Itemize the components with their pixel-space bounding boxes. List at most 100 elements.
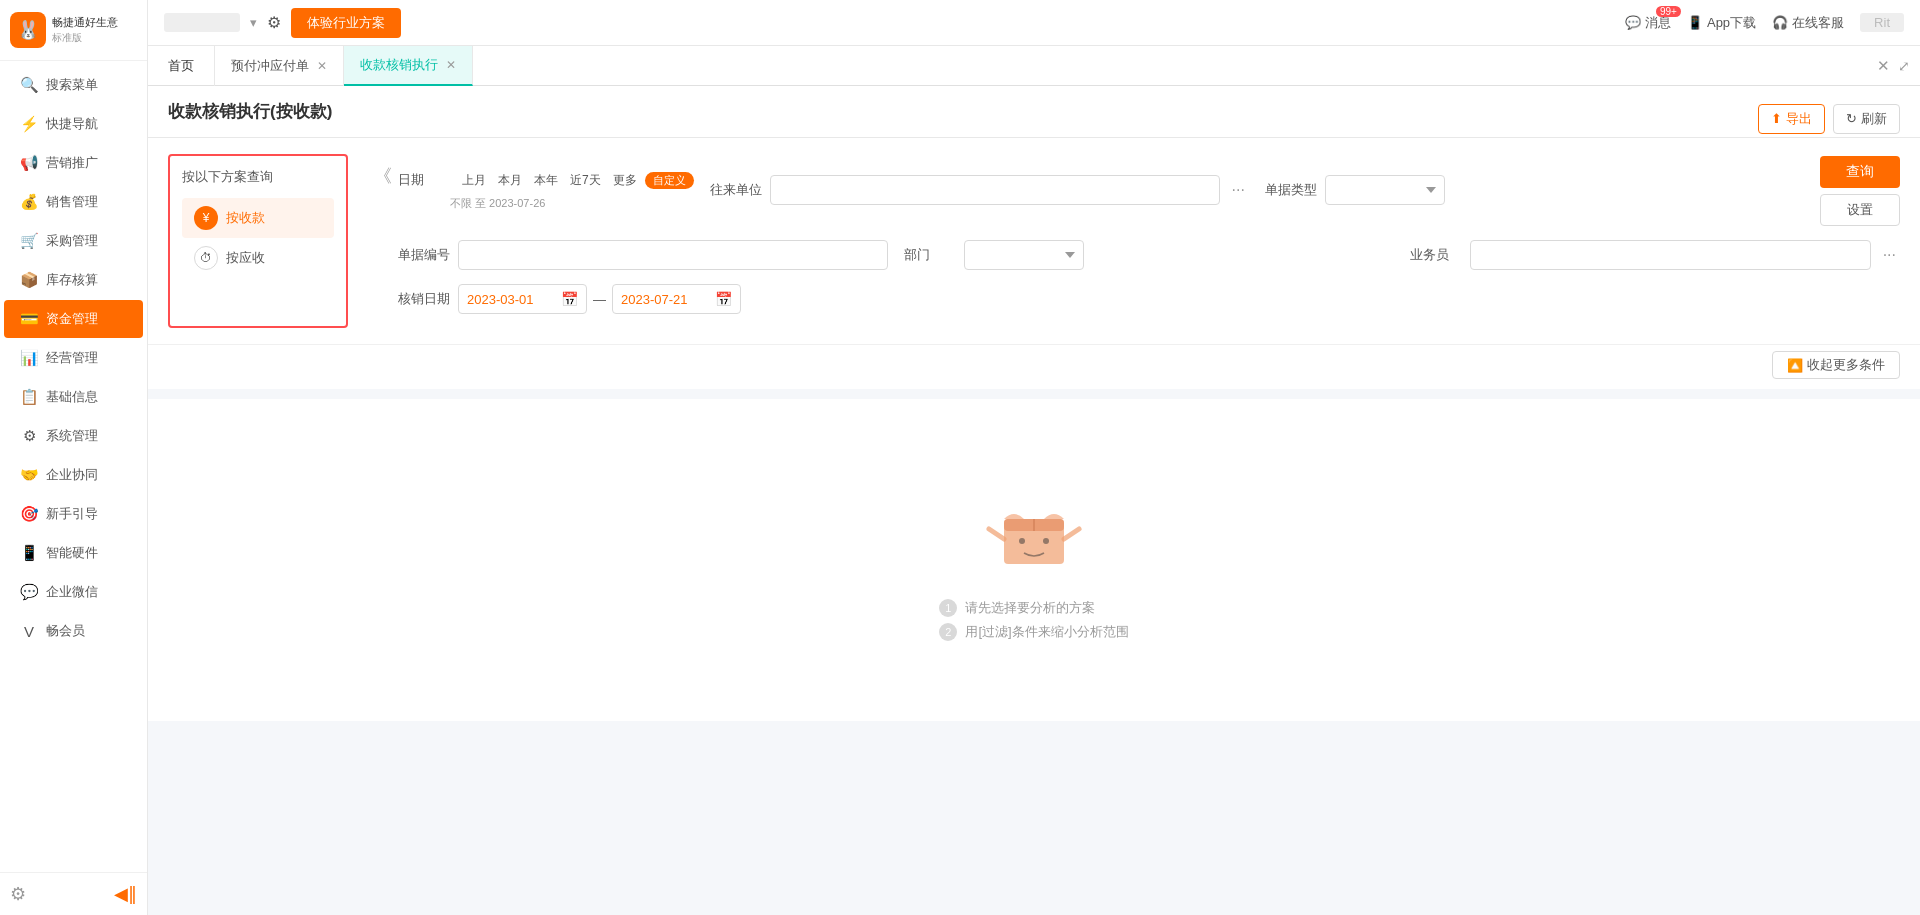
topbar-left: ▾ ⚙ 体验行业方案 [164,8,401,38]
sidebar-item-vip[interactable]: V 畅会员 [4,612,143,650]
industry-solution-button[interactable]: 体验行业方案 [291,8,401,38]
sidebar-label-enterprise-wechat: 企业微信 [46,583,98,601]
account-name [164,13,240,32]
empty-tip-1: 1 请先选择要分析的方案 [939,599,1128,617]
bill-no-input[interactable] [458,240,888,270]
business-label: 业务员 [1410,246,1462,264]
tab-home[interactable]: 首页 [148,46,215,86]
date-range-separator: — [593,292,606,307]
settings-icon[interactable]: ⚙ [10,883,26,905]
empty-state: 1 请先选择要分析的方案 2 用[过滤]条件来缩小分析范围 [148,399,1920,721]
sidebar-item-smart-hw[interactable]: 📱智能硬件 [4,534,143,572]
empty-tip-2: 2 用[过滤]条件来缩小分析范围 [939,623,1128,641]
tab-prepay-label: 预付冲应付单 [231,57,309,75]
app-name: 畅捷通好生意 [52,15,118,30]
sidebar-label-marketing: 营销推广 [46,154,98,172]
download-icon: 📱 [1687,15,1703,30]
tab-expand-icon[interactable]: ⤢ [1898,58,1910,74]
filter-by-receipt[interactable]: ¥ 按收款 [182,198,334,238]
sidebar: 🐰 畅捷通好生意 标准版 🔍搜索菜单⚡快捷导航📢营销推广💰销售管理🛒采购管理📦库… [0,0,148,915]
sidebar-item-sales[interactable]: 💰销售管理 [4,183,143,221]
verify-start-date-input[interactable] [467,292,557,307]
verify-end-date-input[interactable] [621,292,711,307]
verify-end-calendar-icon[interactable]: 📅 [715,291,732,307]
sidebar-item-inventory[interactable]: 📦库存核算 [4,261,143,299]
tip-num-1: 1 [939,599,957,617]
bill-no-filter-group: 单据编号 [398,240,888,270]
guide-icon: 🎯 [20,505,38,523]
sidebar-item-finance[interactable]: 💳资金管理 [4,300,143,338]
dept-select[interactable] [964,240,1084,270]
app-version: 标准版 [52,31,118,45]
bill-type-select[interactable] [1325,175,1445,205]
date-filter-group: 日期 上月 本月 本年 近7天 更多 自定义 不限 至 2023-0 [398,170,694,211]
basic-info-icon: 📋 [20,388,38,406]
sidebar-item-operations[interactable]: 📊经营管理 [4,339,143,377]
gear-icon[interactable]: ⚙ [267,13,281,32]
verify-start-calendar-icon[interactable]: 📅 [561,291,578,307]
sidebar-item-marketing[interactable]: 📢营销推广 [4,144,143,182]
collapse-more-button[interactable]: 🔼 收起更多条件 [1772,351,1900,379]
filter-type-selector: 按以下方案查询 ¥ 按收款 ⏱ 按应收 [168,154,348,328]
sidebar-item-quick-nav[interactable]: ⚡快捷导航 [4,105,143,143]
sidebar-label-finance: 资金管理 [46,310,98,328]
date-last-month[interactable]: 上月 [458,170,490,191]
tab-prepay[interactable]: 预付冲应付单 ✕ [215,46,344,86]
sidebar-item-system[interactable]: ⚙系统管理 [4,417,143,455]
sidebar-item-search-menu[interactable]: 🔍搜索菜单 [4,66,143,104]
account-info [164,13,240,32]
tab-prepay-close-icon[interactable]: ✕ [317,59,327,73]
date-7days[interactable]: 近7天 [566,170,605,191]
sidebar-item-guide[interactable]: 🎯新手引导 [4,495,143,533]
sidebar-label-system: 系统管理 [46,427,98,445]
bill-no-label: 单据编号 [398,246,450,264]
tab-receipt[interactable]: 收款核销执行 ✕ [344,46,473,86]
verify-date-range: 📅 — 📅 [458,284,741,314]
quick-nav-icon: ⚡ [20,115,38,133]
date-no-limit-text: 不限 至 2023-07-26 [450,197,545,209]
filter-collapse-toggle[interactable]: 《 [368,154,398,188]
sidebar-label-vip: 畅会员 [46,622,85,640]
refresh-button[interactable]: ↻ 刷新 [1833,104,1900,134]
online-service-label: 在线客服 [1792,14,1844,32]
topbar: ▾ ⚙ 体验行业方案 💬 消息 99+ 📱 App下载 🎧 在线客服 Rit [148,0,1920,46]
date-label: 日期 [398,171,450,189]
business-filter-group: 业务员 ··· [1410,240,1900,270]
account-dropdown-icon[interactable]: ▾ [250,15,257,30]
verify-date-label: 核销日期 [398,290,450,308]
receivable-option-icon: ⏱ [194,246,218,270]
tab-home-label: 首页 [168,57,194,75]
tip-text-1: 请先选择要分析的方案 [965,599,1095,617]
sidebar-item-purchase[interactable]: 🛒采购管理 [4,222,143,260]
app-download-link[interactable]: 📱 App下载 [1687,14,1756,32]
filter-actions: 查询 设置 [1820,154,1900,226]
sidebar-bottom: ⚙ ◀‖ [0,872,147,915]
business-more-icon[interactable]: ··· [1879,246,1900,264]
operations-icon: 📊 [20,349,38,367]
export-button[interactable]: ⬆ 导出 [1758,104,1825,134]
setting-button[interactable]: 设置 [1820,194,1900,226]
business-input[interactable] [1470,240,1871,270]
filter-by-receivable[interactable]: ⏱ 按应收 [182,238,334,278]
page-header: 收款核销执行(按收款) ⬆ 导出 ↻ 刷新 [148,86,1920,138]
sidebar-item-cooperation[interactable]: 🤝企业协同 [4,456,143,494]
partner-input[interactable] [770,175,1220,205]
tab-close-all-icon[interactable]: ✕ [1877,57,1890,75]
message-icon: 💬 [1625,15,1641,30]
date-this-year[interactable]: 本年 [530,170,562,191]
message-badge-wrap[interactable]: 💬 消息 99+ [1625,14,1671,32]
partner-more-icon[interactable]: ··· [1228,181,1249,199]
sidebar-item-basic-info[interactable]: 📋基础信息 [4,378,143,416]
purchase-icon: 🛒 [20,232,38,250]
sidebar-item-enterprise-wechat[interactable]: 💬企业微信 [4,573,143,611]
online-service-link[interactable]: 🎧 在线客服 [1772,14,1844,32]
filter-form: 日期 上月 本月 本年 近7天 更多 自定义 不限 至 2023-0 [398,154,1900,328]
date-this-month[interactable]: 本月 [494,170,526,191]
date-custom-badge[interactable]: 自定义 [645,172,694,189]
date-more[interactable]: 更多 [609,170,641,191]
collapse-sidebar-icon[interactable]: ◀‖ [114,883,137,905]
vip-icon: V [20,623,38,640]
svg-line-5 [989,529,1004,539]
search-button[interactable]: 查询 [1820,156,1900,188]
tab-receipt-close-icon[interactable]: ✕ [446,58,456,72]
